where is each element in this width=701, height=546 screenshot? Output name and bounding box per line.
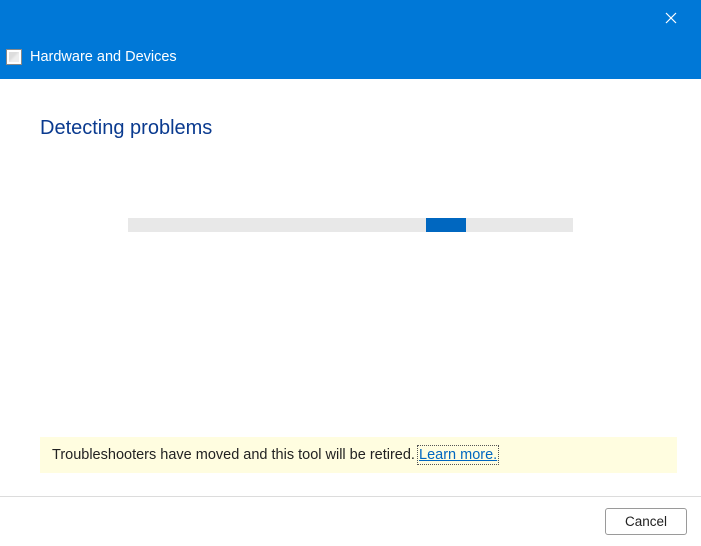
window-header: Hardware and Devices: [0, 35, 701, 79]
window-title: Hardware and Devices: [30, 49, 177, 65]
close-icon: [665, 12, 677, 24]
content-area: Detecting problems: [0, 79, 701, 232]
notice-banner: Troubleshooters have moved and this tool…: [40, 437, 677, 473]
progress-indicator: [426, 218, 466, 232]
notice-text: Troubleshooters have moved and this tool…: [52, 447, 419, 463]
close-button[interactable]: [659, 6, 683, 30]
progress-container: [40, 218, 661, 232]
page-heading: Detecting problems: [40, 117, 661, 140]
progress-bar: [128, 218, 573, 232]
learn-more-link[interactable]: Learn more.: [419, 447, 497, 463]
titlebar: [0, 0, 701, 35]
cancel-button[interactable]: Cancel: [605, 508, 687, 535]
troubleshooter-icon: [6, 49, 22, 65]
footer: Cancel: [0, 496, 701, 546]
